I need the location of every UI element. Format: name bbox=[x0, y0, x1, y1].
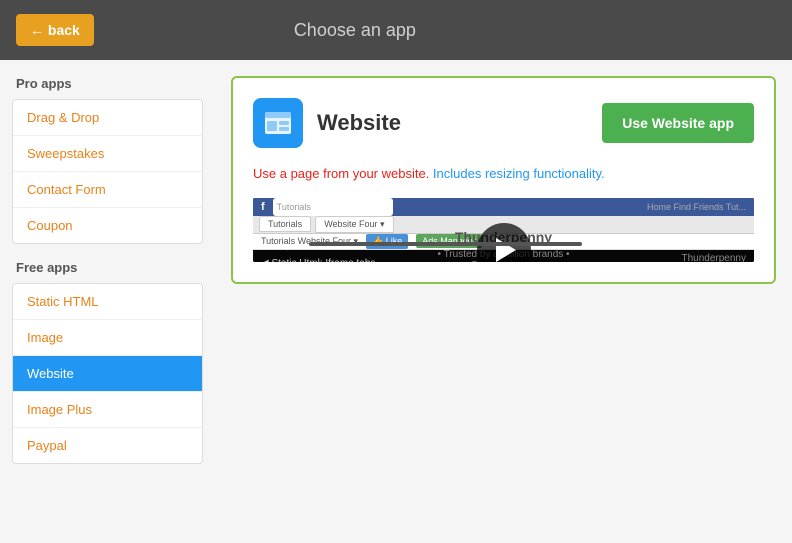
content-area: Website Use Website app Use a page from … bbox=[215, 60, 792, 543]
sidebar-item-sweepstakes[interactable]: Sweepstakes bbox=[13, 136, 202, 172]
free-apps-list: Static HTML Image Website Image Plus Pay… bbox=[12, 283, 203, 464]
header: ← back Choose an app bbox=[0, 0, 792, 60]
app-name: Website bbox=[317, 110, 602, 136]
fb-search-text: Tutorials bbox=[277, 202, 311, 212]
back-button[interactable]: ← back bbox=[16, 14, 94, 46]
video-frame-content: f Tutorials Home Find Friends Tut... Tut… bbox=[253, 198, 754, 262]
app-card: Website Use Website app Use a page from … bbox=[231, 76, 776, 284]
website-icon bbox=[263, 108, 293, 138]
sidebar-item-paypal[interactable]: Paypal bbox=[13, 428, 202, 463]
page-title: Choose an app bbox=[294, 20, 416, 41]
pro-apps-list: Drag & Drop Sweepstakes Contact Form Cou… bbox=[12, 99, 203, 244]
bottom-overlay-right: Thunderpenny bbox=[682, 253, 747, 262]
sidebar-item-contact-form[interactable]: Contact Form bbox=[13, 172, 202, 208]
use-app-button[interactable]: Use Website app bbox=[602, 103, 754, 143]
desc-includes: Includes resizing functionality. bbox=[429, 166, 604, 181]
pro-section-title: Pro apps bbox=[0, 76, 215, 99]
free-section-title: Free apps bbox=[0, 260, 215, 283]
sidebar: Pro apps Drag & Drop Sweepstakes Contact… bbox=[0, 60, 215, 543]
sidebar-item-coupon[interactable]: Coupon bbox=[13, 208, 202, 243]
progress-bar[interactable] bbox=[309, 242, 582, 246]
facebook-bar: f Tutorials Home Find Friends Tut... bbox=[253, 198, 754, 216]
tab-website-four[interactable]: Website Four ▾ bbox=[315, 216, 393, 233]
desc-use: Use a page bbox=[253, 166, 323, 181]
desc-from: from your website. bbox=[323, 166, 429, 181]
app-icon bbox=[253, 98, 303, 148]
video-container: Website App Setup ⇧ i f Tutorials bbox=[253, 198, 754, 262]
body: Pro apps Drag & Drop Sweepstakes Contact… bbox=[0, 60, 792, 543]
sidebar-item-image-plus[interactable]: Image Plus bbox=[13, 392, 202, 428]
sidebar-item-static-html[interactable]: Static HTML bbox=[13, 284, 202, 320]
tab-tutorials[interactable]: Tutorials bbox=[259, 216, 311, 232]
fb-nav: Home Find Friends Tut... bbox=[647, 202, 746, 212]
sidebar-item-image[interactable]: Image bbox=[13, 320, 202, 356]
app-header: Website Use Website app bbox=[253, 98, 754, 148]
bottom-overlay-text: ◀ Static Html: Iframe tabs bbox=[261, 258, 375, 262]
sidebar-item-drag-drop[interactable]: Drag & Drop bbox=[13, 100, 202, 136]
sidebar-item-website[interactable]: Website bbox=[13, 356, 202, 392]
fb-search-bar: Tutorials bbox=[273, 198, 393, 216]
main-container: ← back Choose an app Pro apps Drag & Dro… bbox=[0, 0, 792, 543]
app-description: Use a page from your website. Includes r… bbox=[253, 164, 754, 184]
fb-logo: f bbox=[261, 201, 265, 213]
